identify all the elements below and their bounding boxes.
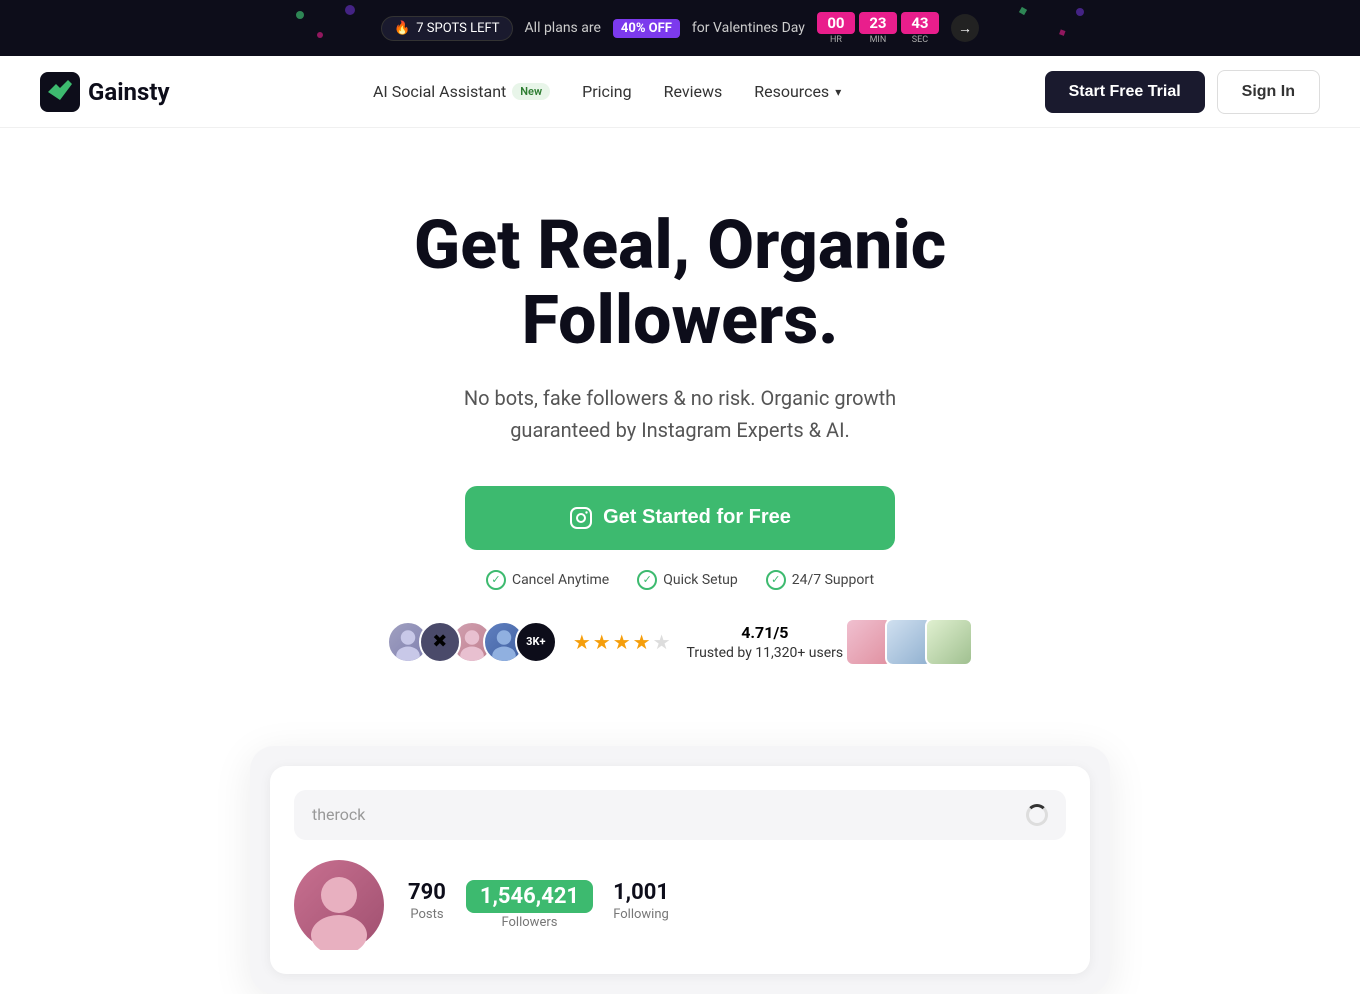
- dashboard-preview: therock 790 Posts 1,546,421 Followers: [250, 746, 1110, 994]
- profile-stats: 790 Posts 1,546,421 Followers 1,001 Foll…: [408, 880, 669, 930]
- start-free-trial-button[interactable]: Start Free Trial: [1045, 71, 1205, 113]
- sign-in-button[interactable]: Sign In: [1217, 70, 1320, 114]
- followers-label: Followers: [466, 915, 593, 930]
- nav-links: AI Social Assistant New Pricing Reviews …: [373, 82, 841, 101]
- hours-label: HR: [830, 35, 842, 45]
- minutes-label: MIN: [870, 35, 887, 45]
- nav-pricing[interactable]: Pricing: [582, 82, 632, 101]
- get-started-button[interactable]: Get Started for Free: [465, 486, 895, 550]
- stat-posts: 790 Posts: [408, 880, 446, 930]
- logo-link[interactable]: Gainsty: [40, 72, 170, 112]
- nav-reviews-label: Reviews: [664, 82, 723, 101]
- search-bar[interactable]: therock: [294, 790, 1066, 840]
- stat-followers: 1,546,421 Followers: [466, 880, 593, 930]
- followers-count: 1,546,421: [466, 880, 593, 913]
- trust-cancel-label: Cancel Anytime: [512, 572, 609, 588]
- proof-thumbnails: [853, 618, 973, 666]
- loading-spinner: [1026, 804, 1048, 826]
- nav-resources-label: Resources: [754, 82, 829, 101]
- spots-badge: 🔥 7 SPOTS LEFT: [381, 16, 512, 41]
- avatar-stack: ✖ 3K+: [387, 621, 557, 663]
- profile-row: 790 Posts 1,546,421 Followers 1,001 Foll…: [294, 860, 1066, 950]
- spots-text: 7 SPOTS LEFT: [416, 21, 499, 36]
- hours-block: 00 HR: [817, 12, 855, 45]
- discount-badge: 40% OFF: [613, 19, 680, 38]
- minutes-block: 23 MIN: [859, 12, 897, 45]
- star-2: ★: [593, 630, 611, 654]
- star-4: ★: [633, 630, 651, 654]
- fire-emoji: 🔥: [394, 21, 410, 36]
- nav-ai-social[interactable]: AI Social Assistant New: [373, 82, 550, 101]
- trust-setup: ✓ Quick Setup: [637, 570, 738, 590]
- stat-following: 1,001 Following: [613, 880, 669, 930]
- trust-support: ✓ 24/7 Support: [766, 570, 874, 590]
- avatar-count-text: 3K+: [526, 635, 545, 648]
- trust-setup-label: Quick Setup: [663, 572, 738, 588]
- star-rating: ★ ★ ★ ★ ★: [573, 630, 671, 654]
- following-label: Following: [613, 907, 669, 922]
- trust-support-label: 24/7 Support: [792, 572, 874, 588]
- trust-cancel: ✓ Cancel Anytime: [486, 570, 609, 590]
- countdown: 00 HR 23 MIN 43 SEC: [817, 12, 939, 45]
- get-started-label: Get Started for Free: [603, 506, 791, 529]
- nav-actions: Start Free Trial Sign In: [1045, 70, 1320, 114]
- star-1: ★: [573, 630, 591, 654]
- instagram-icon: [569, 506, 593, 530]
- trusted-text: Trusted by 11,320+ users: [687, 645, 844, 661]
- top-banner: 🔥 7 SPOTS LEFT All plans are 40% OFF for…: [0, 0, 1360, 56]
- seconds-label: SEC: [912, 35, 928, 45]
- new-badge: New: [512, 83, 550, 100]
- avatar-count-badge: 3K+: [515, 621, 557, 663]
- posts-count: 790: [408, 880, 446, 905]
- check-icon-cancel: ✓: [486, 570, 506, 590]
- posts-label: Posts: [408, 907, 446, 922]
- nav-ai-social-label: AI Social Assistant: [373, 82, 506, 101]
- logo-icon: [40, 72, 80, 112]
- check-icon-setup: ✓: [637, 570, 657, 590]
- hero-title-line2: Followers.: [522, 280, 839, 360]
- banner-arrow-button[interactable]: →: [951, 14, 979, 42]
- social-proof: ✖ 3K+ ★ ★ ★ ★ ★ 4.71/5 Trusted by: [250, 618, 1110, 666]
- hero-title: Get Real, Organic Followers.: [250, 208, 1110, 358]
- nav-reviews[interactable]: Reviews: [664, 82, 723, 101]
- check-icon-support: ✓: [766, 570, 786, 590]
- seconds-value: 43: [901, 12, 939, 34]
- hero-subtitle: No bots, fake followers & no risk. Organ…: [250, 382, 1110, 446]
- nav-pricing-label: Pricing: [582, 82, 632, 101]
- hero-section: Get Real, Organic Followers. No bots, fa…: [230, 128, 1130, 706]
- avatar-2: ✖: [419, 621, 461, 663]
- profile-avatar: [294, 860, 384, 950]
- proof-img-3: [925, 618, 973, 666]
- nav-resources[interactable]: Resources ▾: [754, 82, 841, 101]
- hours-value: 00: [817, 12, 855, 34]
- minutes-value: 23: [859, 12, 897, 34]
- dashboard-inner: therock 790 Posts 1,546,421 Followers: [270, 766, 1090, 974]
- hero-title-line1: Get Real, Organic: [414, 205, 946, 285]
- rating-info: 4.71/5 Trusted by 11,320+ users: [687, 623, 844, 661]
- rating-value: 4.71/5: [741, 623, 788, 642]
- following-count: 1,001: [613, 880, 669, 905]
- trust-badges: ✓ Cancel Anytime ✓ Quick Setup ✓ 24/7 Su…: [250, 570, 1110, 590]
- search-placeholder: therock: [312, 805, 1026, 824]
- navbar: Gainsty AI Social Assistant New Pricing …: [0, 56, 1360, 128]
- chevron-down-icon: ▾: [835, 85, 841, 99]
- logo-text: Gainsty: [88, 78, 170, 106]
- star-5: ★: [653, 630, 671, 654]
- star-3: ★: [613, 630, 631, 654]
- seconds-block: 43 SEC: [901, 12, 939, 45]
- banner-text-before: All plans are: [525, 20, 601, 36]
- banner-text-after: for Valentines Day: [692, 20, 805, 36]
